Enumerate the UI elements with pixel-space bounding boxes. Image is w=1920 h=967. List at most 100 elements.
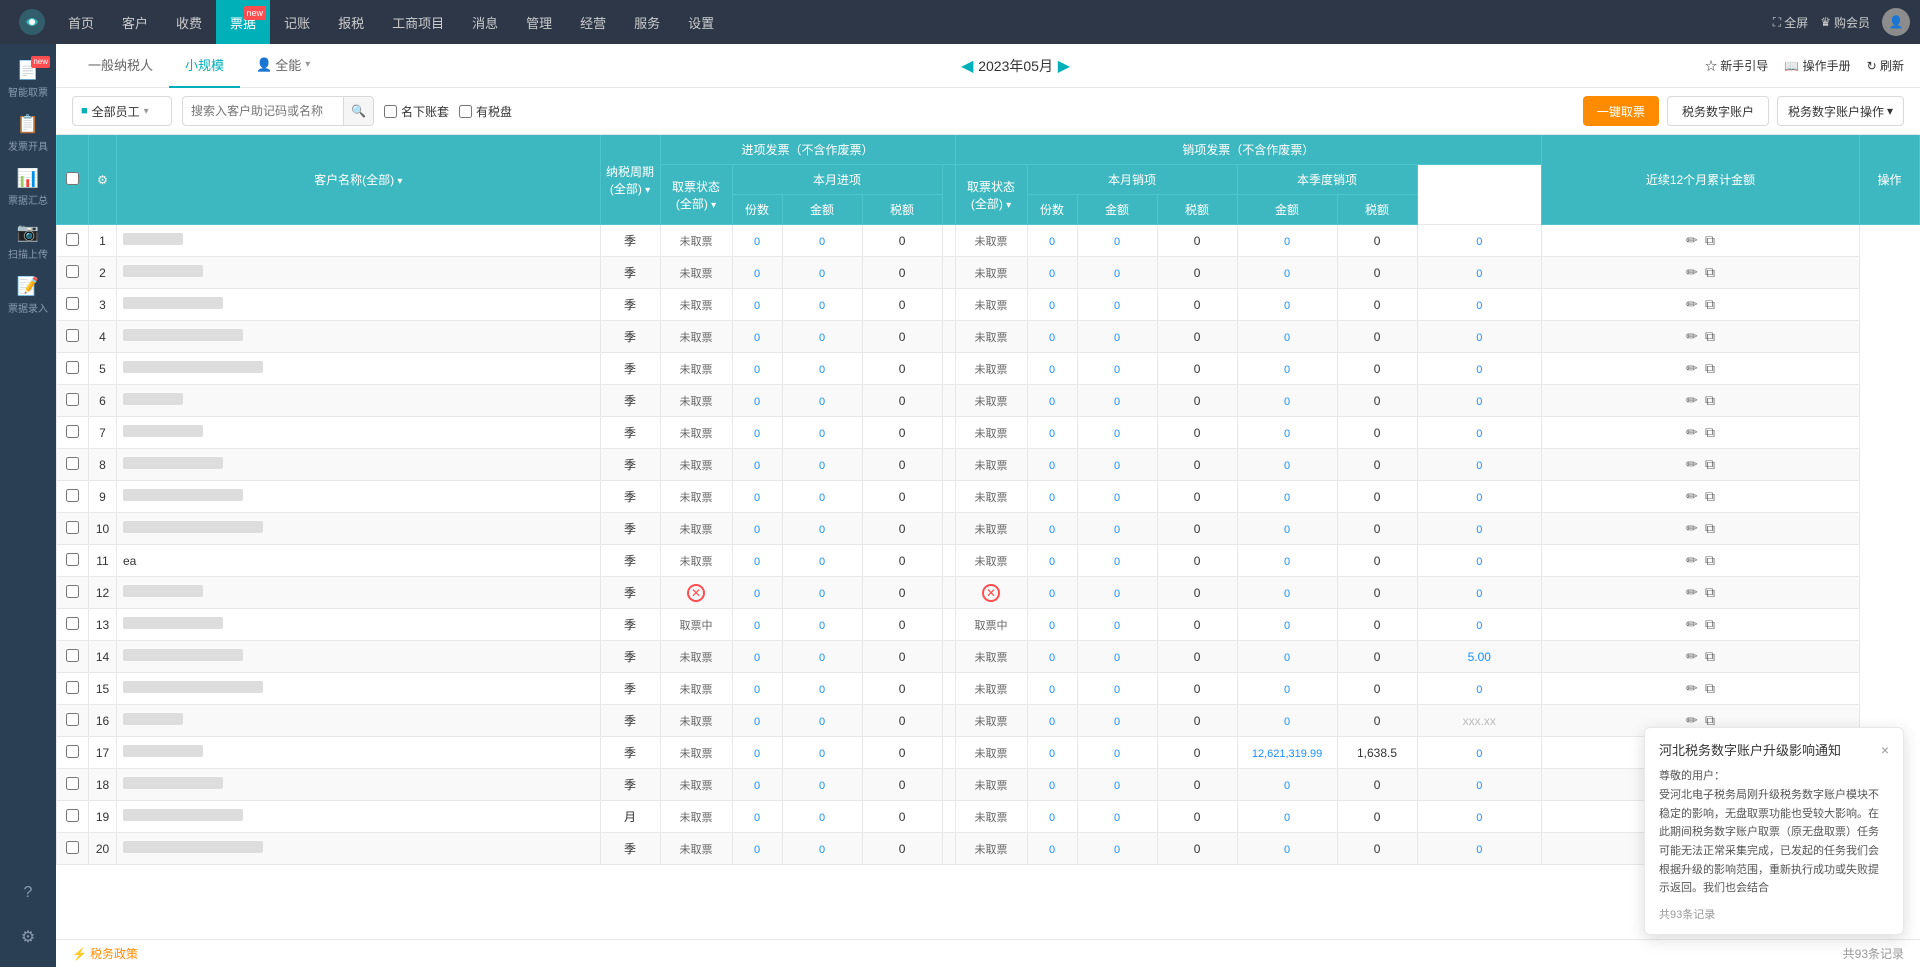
copy-btn[interactable]: ⧉ (1703, 262, 1717, 283)
subaccount-checkbox[interactable] (384, 105, 397, 118)
tax-policy-link[interactable]: ⚡ 税务政策 (72, 945, 138, 962)
edit-btn[interactable]: ✏ (1684, 550, 1700, 571)
copy-btn[interactable]: ⧉ (1703, 646, 1717, 667)
nav-fee[interactable]: 收费 (162, 0, 216, 44)
digital-account-ops-btn[interactable]: 税务数字账户操作 ▾ (1777, 96, 1904, 126)
nav-settings[interactable]: 设置 (674, 0, 728, 44)
edit-btn[interactable]: ✏ (1684, 390, 1700, 411)
tab-all-capability[interactable]: 👤 全能 ▾ (240, 44, 326, 88)
fullscreen-btn[interactable]: ⛶ 全屏 (1773, 14, 1808, 31)
row-checkbox[interactable] (66, 553, 79, 566)
copy-btn[interactable]: ⧉ (1703, 358, 1717, 379)
row-checkbox[interactable] (66, 585, 79, 598)
row-checkbox[interactable] (66, 713, 79, 726)
checkbox-tax-panel[interactable]: 有税盘 (459, 103, 512, 120)
row-checkbox[interactable] (66, 329, 79, 342)
sidebar-item-invoice-open[interactable]: 📋 发票开具 (2, 106, 54, 160)
row-checkbox[interactable] (66, 681, 79, 694)
edit-btn[interactable]: ✏ (1684, 294, 1700, 315)
row-checkbox[interactable] (66, 489, 79, 502)
popup-close-btn[interactable]: × (1881, 742, 1889, 758)
sidebar-help-btn[interactable]: ? (8, 873, 48, 913)
row-checkbox[interactable] (66, 425, 79, 438)
sidebar-item-invoice-summary[interactable]: 📊 票据汇总 (2, 160, 54, 214)
checkbox-subaccount[interactable]: 名下账套 (384, 103, 449, 120)
sidebar-settings-btn[interactable]: ⚙ (8, 917, 48, 957)
nav-accounting[interactable]: 记账 (270, 0, 324, 44)
copy-btn[interactable]: ⧉ (1703, 230, 1717, 251)
th-tax-period[interactable]: 纳税周期(全部) ▾ (600, 135, 660, 225)
row-checkbox[interactable] (66, 649, 79, 662)
edit-btn[interactable]: ✏ (1684, 326, 1700, 347)
copy-btn[interactable]: ⧉ (1703, 678, 1717, 699)
user-avatar[interactable]: 👤 (1882, 8, 1910, 36)
prev-month-btn[interactable]: ◀ (956, 55, 978, 77)
sidebar-item-smart-ticket[interactable]: new 📄 智能取票 (2, 52, 54, 106)
manual-link[interactable]: 📖 操作手册 (1784, 57, 1850, 74)
edit-btn[interactable]: ✏ (1684, 358, 1700, 379)
employee-select[interactable]: ■ 全部员工 ▾ (72, 96, 172, 126)
nav-manage[interactable]: 管理 (512, 0, 566, 44)
copy-btn[interactable]: ⧉ (1703, 582, 1717, 603)
tax-panel-checkbox[interactable] (459, 105, 472, 118)
nav-business[interactable]: 工商项目 (378, 0, 458, 44)
row-checkbox[interactable] (66, 809, 79, 822)
row-checkbox[interactable] (66, 233, 79, 246)
row-checkbox[interactable] (66, 361, 79, 374)
copy-btn[interactable]: ⧉ (1703, 518, 1717, 539)
tab-general-taxpayer[interactable]: 一般纳税人 (72, 44, 169, 88)
edit-btn[interactable]: ✏ (1684, 454, 1700, 475)
search-button[interactable]: 🔍 (343, 96, 373, 126)
row-checkbox[interactable] (66, 457, 79, 470)
main-table-container[interactable]: ⚙ 客户名称(全部) ▾ 纳税周期(全部) ▾ 进项发票（不含作废票） 销项发票… (56, 135, 1920, 939)
row-checkbox[interactable] (66, 521, 79, 534)
row-checkbox[interactable] (66, 265, 79, 278)
edit-btn[interactable]: ✏ (1684, 614, 1700, 635)
edit-btn[interactable]: ✏ (1684, 678, 1700, 699)
member-btn[interactable]: ♛ 购会员 (1820, 14, 1870, 31)
edit-btn[interactable]: ✏ (1684, 262, 1700, 283)
row-in-status: 未取票 (660, 513, 732, 545)
edit-btn[interactable]: ✏ (1684, 582, 1700, 603)
sidebar-item-scan-upload[interactable]: 📷 扫描上传 (2, 214, 54, 268)
edit-btn[interactable]: ✏ (1684, 486, 1700, 507)
copy-btn[interactable]: ⧉ (1703, 390, 1717, 411)
row-checkbox[interactable] (66, 617, 79, 630)
nav-operation[interactable]: 经营 (566, 0, 620, 44)
row-checkbox[interactable] (66, 393, 79, 406)
th-out-status[interactable]: 取票状态(全部) ▾ (955, 165, 1027, 225)
copy-btn[interactable]: ⧉ (1703, 422, 1717, 443)
refresh-link[interactable]: ↻ 刷新 (1867, 57, 1904, 74)
row-checkbox[interactable] (66, 297, 79, 310)
nav-tax[interactable]: 报税 (324, 0, 378, 44)
th-in-status[interactable]: 取票状态(全部) ▾ (660, 165, 732, 225)
copy-btn[interactable]: ⧉ (1703, 454, 1717, 475)
next-month-btn[interactable]: ▶ (1053, 55, 1075, 77)
copy-btn[interactable]: ⧉ (1703, 550, 1717, 571)
sidebar-item-invoice-entry[interactable]: 📝 票据录入 (2, 268, 54, 322)
copy-btn[interactable]: ⧉ (1703, 294, 1717, 315)
nav-invoice[interactable]: 票据 new (216, 0, 270, 44)
row-checkbox[interactable] (66, 777, 79, 790)
nav-client[interactable]: 客户 (108, 0, 162, 44)
row-checkbox[interactable] (66, 745, 79, 758)
one-click-btn[interactable]: 一键取票 (1583, 96, 1659, 126)
edit-btn[interactable]: ✏ (1684, 518, 1700, 539)
search-input[interactable] (183, 104, 343, 118)
copy-btn[interactable]: ⧉ (1703, 486, 1717, 507)
nav-service[interactable]: 服务 (620, 0, 674, 44)
new-guide-link[interactable]: ☆ 新手引导 (1705, 57, 1768, 74)
nav-message[interactable]: 消息 (458, 0, 512, 44)
edit-btn[interactable]: ✏ (1684, 422, 1700, 443)
digital-account-btn[interactable]: 税务数字账户 (1667, 96, 1769, 126)
edit-btn[interactable]: ✏ (1684, 230, 1700, 251)
edit-btn[interactable]: ✏ (1684, 646, 1700, 667)
tab-small-scale[interactable]: 小规模 (169, 44, 240, 88)
row-checkbox[interactable] (66, 841, 79, 854)
select-all-checkbox[interactable] (66, 172, 79, 185)
th-client-name[interactable]: 客户名称(全部) ▾ (117, 135, 601, 225)
nav-home[interactable]: 首页 (54, 0, 108, 44)
tab-all-dropdown-icon[interactable]: ▾ (305, 59, 310, 70)
copy-btn[interactable]: ⧉ (1703, 614, 1717, 635)
copy-btn[interactable]: ⧉ (1703, 326, 1717, 347)
